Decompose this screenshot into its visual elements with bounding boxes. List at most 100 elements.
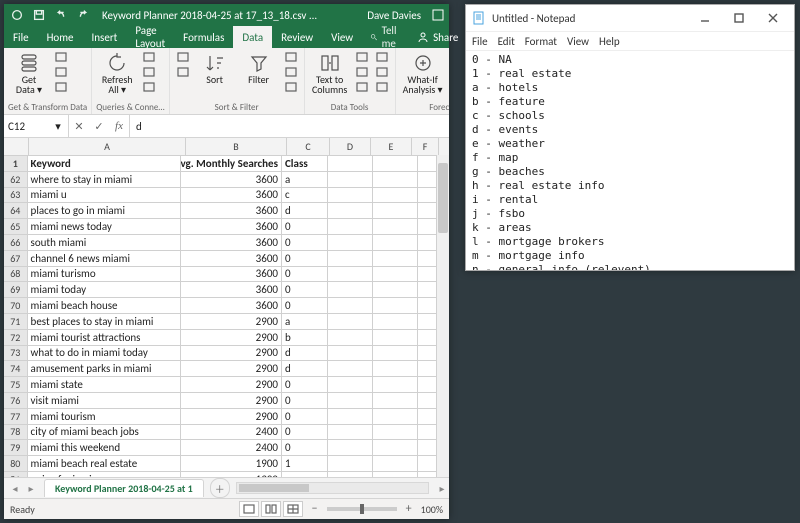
- cell[interactable]: miami news today: [28, 219, 182, 234]
- column-header-C[interactable]: C: [287, 138, 330, 155]
- cell[interactable]: [328, 235, 373, 250]
- ribbon-tab-file[interactable]: File: [4, 26, 38, 48]
- cell[interactable]: 1900: [181, 456, 282, 471]
- cell[interactable]: a: [282, 172, 328, 187]
- cell[interactable]: best places to stay in miami: [28, 314, 182, 329]
- cell[interactable]: 0: [282, 219, 328, 234]
- row-header[interactable]: 77: [4, 409, 28, 424]
- column-header-E[interactable]: E: [371, 138, 412, 155]
- row-header[interactable]: 75: [4, 377, 28, 392]
- ribbon-tab-page-layout[interactable]: Page Layout: [126, 26, 174, 48]
- cell[interactable]: [373, 251, 418, 266]
- cell[interactable]: south miami: [28, 235, 182, 250]
- cell[interactable]: 1900: [181, 472, 282, 477]
- row-header[interactable]: 80: [4, 456, 28, 471]
- from-text-icon[interactable]: [52, 50, 70, 64]
- row-header[interactable]: 69: [4, 282, 28, 297]
- from-web-icon[interactable]: [52, 65, 70, 79]
- cell[interactable]: [328, 267, 373, 282]
- cell[interactable]: 0: [282, 440, 328, 455]
- cell[interactable]: 2900: [181, 409, 282, 424]
- cell[interactable]: 3600: [181, 298, 282, 313]
- cell[interactable]: miami u: [28, 188, 182, 203]
- manage-dm-icon[interactable]: [373, 80, 391, 94]
- row-header[interactable]: 73: [4, 346, 28, 361]
- cell[interactable]: 0: [282, 298, 328, 313]
- cell[interactable]: [373, 472, 418, 477]
- cell[interactable]: a: [282, 314, 328, 329]
- header-cell-B[interactable]: Avg. Monthly Searches: [181, 156, 282, 171]
- grid-body[interactable]: 1KeywordAvg. Monthly Searches Class62whe…: [4, 156, 449, 477]
- ribbon-display-options-icon[interactable]: [431, 8, 445, 22]
- cell[interactable]: miami tourist attractions: [28, 330, 182, 345]
- cell[interactable]: [328, 377, 373, 392]
- row-header[interactable]: 1: [4, 156, 28, 171]
- excel-user-name[interactable]: Dave Davies: [361, 9, 427, 22]
- maximize-button[interactable]: [722, 7, 756, 29]
- cell[interactable]: [373, 188, 418, 203]
- autosave-toggle[interactable]: [8, 6, 26, 24]
- reapply-icon[interactable]: [282, 65, 300, 79]
- name-box[interactable]: C12 ▾: [4, 115, 69, 137]
- cell[interactable]: [373, 456, 418, 471]
- cell[interactable]: miami state: [28, 377, 182, 392]
- cell[interactable]: 2400: [181, 440, 282, 455]
- zoom-out-button[interactable]: −: [309, 503, 321, 515]
- row-header[interactable]: 65: [4, 219, 28, 234]
- cell[interactable]: 3600: [181, 251, 282, 266]
- horizontal-scrollbar-thumb[interactable]: [239, 484, 309, 492]
- cell[interactable]: what to do in miami today: [28, 346, 182, 361]
- cell[interactable]: [373, 377, 418, 392]
- cell[interactable]: 1: [282, 456, 328, 471]
- cell[interactable]: where to stay in miami: [28, 172, 182, 187]
- column-header-F[interactable]: F: [412, 138, 439, 155]
- horizontal-scrollbar[interactable]: [236, 482, 429, 494]
- cell[interactable]: c: [282, 188, 328, 203]
- refresh-button[interactable]: RefreshAll ▾: [96, 50, 138, 97]
- row-header[interactable]: 72: [4, 330, 28, 345]
- row-header[interactable]: 68: [4, 267, 28, 282]
- sheet-hscroll-right-icon[interactable]: ▸: [435, 481, 449, 495]
- ribbon-tab-home[interactable]: Home: [38, 26, 83, 48]
- ribbon-tab-view[interactable]: View: [322, 26, 362, 48]
- cell[interactable]: 3600: [181, 219, 282, 234]
- vertical-scrollbar-thumb[interactable]: [438, 163, 448, 233]
- notepad-menu-view[interactable]: View: [567, 35, 589, 48]
- ribbon-tab-insert[interactable]: Insert: [83, 26, 127, 48]
- cell[interactable]: [373, 330, 418, 345]
- normal-view-icon[interactable]: [239, 501, 259, 517]
- cell[interactable]: [328, 440, 373, 455]
- name-box-dropdown-icon[interactable]: ▾: [52, 120, 64, 133]
- connections-icon[interactable]: [140, 50, 158, 64]
- cell[interactable]: channel 6 news miami: [28, 251, 182, 266]
- cell[interactable]: [328, 456, 373, 471]
- cell[interactable]: [373, 440, 418, 455]
- share-button[interactable]: Share: [409, 26, 466, 48]
- relationships-icon[interactable]: [373, 65, 391, 79]
- cell[interactable]: [373, 314, 418, 329]
- cell[interactable]: [328, 282, 373, 297]
- insert-function-icon[interactable]: fx: [109, 120, 129, 132]
- sheet-nav-prev-icon[interactable]: ◂: [8, 481, 22, 495]
- cell[interactable]: [328, 346, 373, 361]
- row-header[interactable]: 79: [4, 440, 28, 455]
- cell[interactable]: 3600: [181, 203, 282, 218]
- cell[interactable]: 0: [282, 267, 328, 282]
- cell[interactable]: d: [282, 346, 328, 361]
- vertical-scrollbar[interactable]: [436, 155, 449, 477]
- cell[interactable]: [328, 409, 373, 424]
- cell[interactable]: miami turismo: [28, 267, 182, 282]
- notepad-text-area[interactable]: 0 - NA 1 - real estate a - hotels b - fe…: [466, 51, 794, 270]
- row-header[interactable]: 74: [4, 361, 28, 376]
- cell[interactable]: places to go in miami: [28, 203, 182, 218]
- cell[interactable]: [328, 251, 373, 266]
- cell[interactable]: c: [282, 472, 328, 477]
- formula-input[interactable]: d: [130, 115, 449, 137]
- sort-button[interactable]: Sort: [194, 50, 236, 87]
- save-icon[interactable]: [30, 6, 48, 24]
- cell[interactable]: 0: [282, 235, 328, 250]
- page-layout-view-icon[interactable]: [261, 501, 281, 517]
- zoom-in-button[interactable]: +: [403, 503, 415, 515]
- cell[interactable]: [328, 298, 373, 313]
- cell[interactable]: 0: [282, 282, 328, 297]
